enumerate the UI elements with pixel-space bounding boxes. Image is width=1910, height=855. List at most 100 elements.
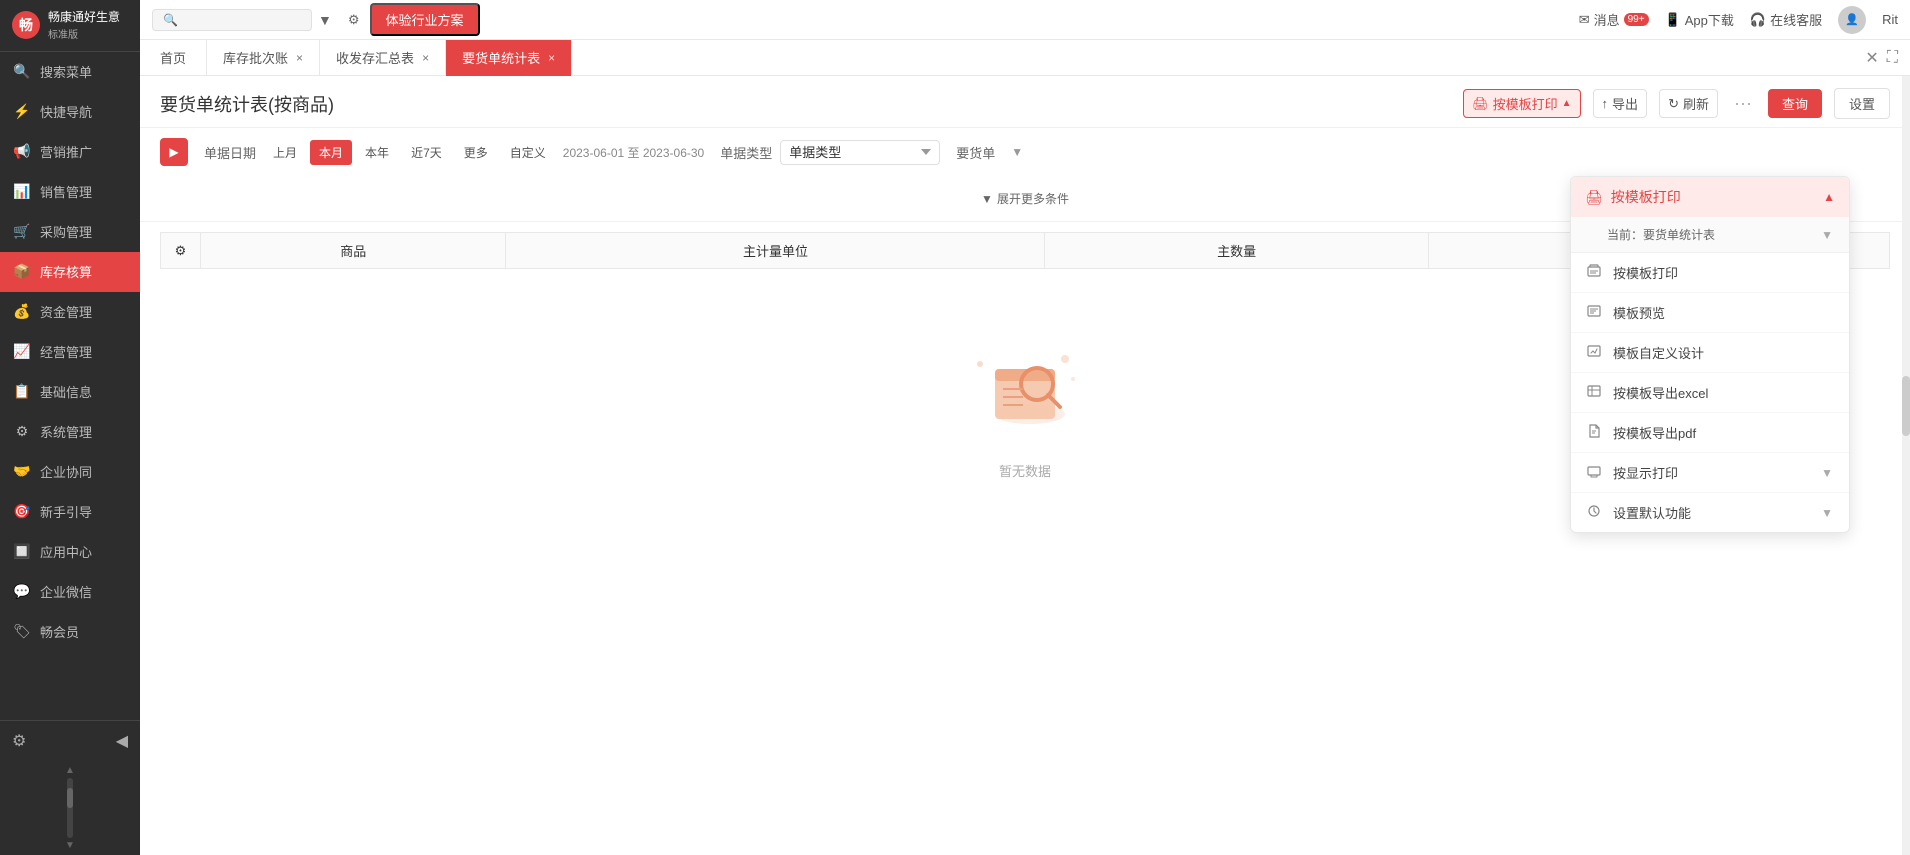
dropdown-item-display-print[interactable]: 按显示打印 ▼ [1571, 453, 1849, 493]
sidebar-item-sales[interactable]: 📊 销售管理 [0, 172, 140, 212]
app-download-label: App下载 [1685, 10, 1734, 29]
basic-icon: 📋 [12, 382, 32, 402]
sidebar-item-search[interactable]: 🔍 搜索菜单 [0, 52, 140, 92]
tab-order-stats-close[interactable]: × [548, 51, 555, 65]
dropdown-item-template-design[interactable]: 模板自定义设计 [1571, 333, 1849, 373]
template-print-dropdown: 🖨 按模板打印 ▲ 当前：要货单统计表 ▼ 按模板打印 模板预览 [1570, 176, 1850, 533]
sidebar-item-collab[interactable]: 🤝 企业协同 [0, 452, 140, 492]
refresh-btn[interactable]: ↻ 刷新 [1659, 89, 1718, 118]
sidebar-item-label: 畅会员 [40, 622, 79, 641]
export-label: 导出 [1612, 94, 1638, 113]
sidebar-item-label: 采购管理 [40, 222, 92, 241]
sidebar: 畅 畅康通好生意 标准版 🔍 搜索菜单 ⚡ 快捷导航 📢 营销推广 📊 销售管理… [0, 0, 140, 855]
headset-icon: 🎧 [1750, 12, 1766, 28]
type-select[interactable]: 单据类型 [780, 140, 940, 165]
template-print-label: 按模板打印 [1493, 94, 1558, 113]
scroll-up-btn[interactable]: ▲ [65, 765, 75, 776]
gear-icon: ⚙ [175, 243, 187, 258]
tab-inventory-batch-close[interactable]: × [296, 51, 303, 65]
sidebar-item-inventory[interactable]: 📦 库存核算 [0, 252, 140, 292]
dropdown-title: 按模板打印 [1611, 187, 1681, 207]
more-actions-icon[interactable]: ··· [1734, 93, 1752, 114]
sidebar-item-operations[interactable]: 📈 经营管理 [0, 332, 140, 372]
message-icon: ✉ [1579, 12, 1590, 28]
app-logo-icon: 畅 [12, 11, 40, 39]
template-design-label: 模板自定义设计 [1613, 343, 1704, 362]
export-excel-icon [1587, 384, 1603, 401]
template-print-item-icon [1587, 264, 1603, 281]
display-print-icon [1587, 464, 1603, 481]
user-avatar[interactable]: 👤 [1838, 6, 1866, 34]
sidebar-item-label: 企业微信 [40, 582, 92, 601]
search-icon: 🔍 [12, 62, 32, 82]
tabs-bar: 首页 库存批次账 × 收发存汇总表 × 要货单统计表 × ✕ ⛶ [140, 40, 1910, 76]
refresh-icon: ↻ [1668, 96, 1679, 112]
dropdown-item-export-excel[interactable]: 按模板导出excel [1571, 373, 1849, 413]
template-design-icon [1587, 344, 1603, 361]
online-service-btn[interactable]: 🎧 在线客服 [1750, 10, 1822, 29]
sidebar-item-member[interactable]: 🏷 畅会员 [0, 612, 140, 652]
date-btn-this-year[interactable]: 本年 [356, 140, 398, 165]
type-filter-label: 单据类型 [720, 143, 772, 162]
window-maximize-btn[interactable]: ⛶ [1887, 49, 1898, 67]
dropdown-header[interactable]: 🖨 按模板打印 ▲ [1571, 177, 1849, 217]
tab-receive-summary[interactable]: 收发存汇总表 × [320, 40, 446, 76]
empty-text: 暂无数据 [999, 461, 1051, 480]
dropdown-item-set-default[interactable]: 设置默认功能 ▼ [1571, 493, 1849, 532]
sidebar-item-purchase[interactable]: 🛒 采购管理 [0, 212, 140, 252]
date-filter-group: 单据日期 上月 本月 本年 近7天 更多 自定义 2023-06-01 至 20… [204, 140, 704, 165]
sidebar-item-label: 系统管理 [40, 422, 92, 441]
username-label: Rit [1882, 12, 1898, 27]
query-btn[interactable]: 查询 [1768, 89, 1822, 118]
dropdown-item-template-preview[interactable]: 模板预览 [1571, 293, 1849, 333]
date-btn-7days[interactable]: 近7天 [402, 140, 451, 165]
sidebar-item-basic[interactable]: 📋 基础信息 [0, 372, 140, 412]
set-default-icon [1587, 504, 1603, 521]
tab-home[interactable]: 首页 [140, 40, 207, 76]
message-btn[interactable]: ✉ 消息 99+ [1579, 10, 1649, 29]
sidebar-item-finance[interactable]: 💰 资金管理 [0, 292, 140, 332]
scroll-down-btn[interactable]: ▼ [65, 840, 75, 851]
settings-btn[interactable]: 设置 [1834, 88, 1890, 119]
topbar-gear-icon[interactable]: ⚙ [348, 12, 360, 28]
sidebar-item-marketing[interactable]: 📢 营销推广 [0, 132, 140, 172]
template-print-item-label: 按模板打印 [1613, 263, 1678, 282]
th-settings[interactable]: ⚙ [161, 233, 201, 269]
date-btn-custom[interactable]: 自定义 [501, 140, 555, 165]
sidebar-item-wechat[interactable]: 💬 企业微信 [0, 572, 140, 612]
printer-icon: 🖨 [1472, 96, 1489, 112]
dropdown-item-export-pdf[interactable]: 按模板导出pdf [1571, 413, 1849, 453]
date-btn-this-month[interactable]: 本月 [310, 140, 352, 165]
trial-btn[interactable]: 体验行业方案 [370, 3, 480, 36]
settings-bottom-icon[interactable]: ⚙ [12, 731, 26, 751]
display-print-arrow: ▼ [1821, 466, 1833, 480]
type-filter-group: 单据类型 单据类型 [720, 140, 940, 165]
sidebar-item-quicknav[interactable]: ⚡ 快捷导航 [0, 92, 140, 132]
dropdown-current-item[interactable]: 当前：要货单统计表 ▼ [1571, 217, 1849, 253]
collapse-icon[interactable]: ◀ [116, 731, 128, 751]
filter-expand-icon[interactable]: ▶ [160, 138, 188, 166]
sidebar-item-system[interactable]: ⚙ 系统管理 [0, 412, 140, 452]
dropdown-item-template-print[interactable]: 按模板打印 [1571, 253, 1849, 293]
sidebar-item-label: 库存核算 [40, 262, 92, 281]
date-btn-more[interactable]: 更多 [455, 140, 497, 165]
app-download-btn[interactable]: 📱 App下载 [1665, 10, 1734, 29]
topbar-dropdown-arrow[interactable]: ▼ [318, 12, 332, 28]
sidebar-item-guide[interactable]: 🎯 新手引导 [0, 492, 140, 532]
tab-inventory-batch[interactable]: 库存批次账 × [207, 40, 320, 76]
sidebar-item-apps[interactable]: 🔲 应用中心 [0, 532, 140, 572]
tab-order-stats[interactable]: 要货单统计表 × [446, 40, 572, 76]
template-print-btn[interactable]: 🖨 按模板打印 ▲ [1463, 89, 1580, 118]
window-btns: ✕ ⛶ [1865, 48, 1910, 68]
sidebar-item-label: 新手引导 [40, 502, 92, 521]
topbar-search-box: 🔍 [152, 9, 312, 31]
tab-receive-summary-close[interactable]: × [422, 51, 429, 65]
sidebar-item-label: 销售管理 [40, 182, 92, 201]
window-close-btn[interactable]: ✕ [1865, 48, 1878, 68]
page-scrollbar[interactable] [1902, 76, 1910, 855]
app-name: 畅康通好生意 [48, 10, 120, 26]
dropdown-close-arrow[interactable]: ▲ [1823, 190, 1835, 204]
export-btn[interactable]: ↑ 导出 [1593, 89, 1648, 118]
more-filter-dropdown[interactable]: ▼ [1003, 138, 1031, 166]
date-btn-last-month[interactable]: 上月 [264, 140, 306, 165]
